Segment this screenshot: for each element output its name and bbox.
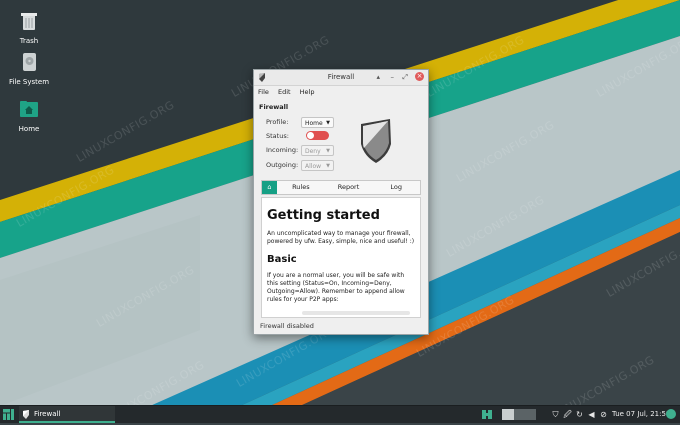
incoming-label: Incoming:	[266, 146, 299, 154]
home-icon: ⌂	[267, 183, 272, 191]
taskbar: Firewall ⛉ 🖉 ↻ ◀ ⊘ Tue 07 Jul, 21:59	[0, 405, 680, 423]
chevron-down-icon: ▼	[326, 148, 330, 154]
close-icon[interactable]: ×	[415, 72, 424, 81]
workspace-pager[interactable]	[502, 409, 536, 420]
switch-knob	[307, 132, 314, 139]
tab-rules[interactable]: Rules	[277, 181, 325, 194]
network-icon[interactable]: ⊘	[599, 410, 608, 419]
clock[interactable]: Tue 07 Jul, 21:59	[612, 410, 670, 418]
content-intro: An uncomplicated way to manage your fire…	[267, 230, 415, 246]
chevron-down-icon: ▼	[326, 163, 330, 169]
window-titlebar[interactable]: Firewall ▴ – ⤢ ×	[254, 70, 428, 86]
incoming-select[interactable]: Deny ▼	[301, 145, 334, 156]
menu-help[interactable]: Help	[300, 86, 315, 98]
incoming-value: Deny	[305, 148, 321, 155]
desktop-icon-label: Trash	[19, 37, 39, 45]
desktop-icon-label: File System	[8, 78, 50, 86]
content-heading: Getting started	[267, 208, 380, 223]
outgoing-select[interactable]: Allow ▼	[301, 160, 334, 171]
profile-select[interactable]: Home ▼	[301, 117, 334, 128]
minimize-icon[interactable]: –	[391, 73, 395, 82]
section-title: Firewall	[259, 103, 289, 111]
content-subheading: Basic	[267, 253, 297, 265]
workspace-icon[interactable]	[482, 409, 492, 420]
taskbar-item-label: Firewall	[34, 410, 61, 418]
tab-report[interactable]: Report	[325, 181, 373, 194]
app-shield-icon	[23, 410, 29, 419]
volume-icon[interactable]: ◀	[587, 410, 596, 419]
menu-logo-icon[interactable]	[3, 409, 14, 420]
tab-home[interactable]: ⌂	[262, 181, 277, 194]
tab-log[interactable]: Log	[372, 181, 420, 194]
outgoing-label: Outgoing:	[266, 161, 299, 169]
status-label: Status:	[266, 132, 289, 140]
home-folder-icon	[20, 101, 38, 117]
menu-edit[interactable]: Edit	[278, 86, 291, 98]
chevron-down-icon: ▼	[326, 120, 330, 126]
firewall-window: Firewall ▴ – ⤢ × File Edit Help Firewall…	[253, 69, 429, 335]
outgoing-value: Allow	[305, 163, 322, 170]
profile-value: Home	[305, 120, 323, 127]
status-switch[interactable]	[306, 131, 329, 140]
help-content[interactable]: Getting started An uncomplicated way to …	[261, 197, 421, 318]
content-basic-text: If you are a normal user, you will be sa…	[267, 271, 405, 304]
tab-bar: ⌂ Rules Report Log	[261, 180, 421, 195]
trash-icon	[21, 13, 37, 30]
hard-drive-icon	[23, 53, 36, 71]
shield-icon	[361, 119, 391, 163]
clipboard-icon[interactable]: 🖉	[563, 410, 572, 419]
menubar: File Edit Help	[254, 86, 428, 98]
desktop-icon-home[interactable]: Home	[1, 98, 57, 133]
updates-icon[interactable]: ↻	[575, 410, 584, 419]
desktop-icon-trash[interactable]: Trash	[1, 10, 57, 45]
workspace-active[interactable]	[502, 409, 514, 420]
code-block-preview	[302, 311, 410, 315]
profile-label: Profile:	[266, 118, 289, 126]
status-bar: Firewall disabled	[260, 322, 314, 330]
keep-above-icon[interactable]: ▴	[376, 73, 380, 82]
menu-file[interactable]: File	[258, 86, 269, 98]
taskbar-item-firewall[interactable]: Firewall	[19, 406, 115, 423]
desktop-icon-label: Home	[18, 125, 40, 133]
maximize-icon[interactable]: ⤢	[402, 73, 408, 82]
desktop-icon-file-system[interactable]: File System	[1, 51, 57, 86]
shield-tray-icon[interactable]: ⛉	[551, 410, 560, 419]
power-icon[interactable]	[666, 409, 676, 419]
